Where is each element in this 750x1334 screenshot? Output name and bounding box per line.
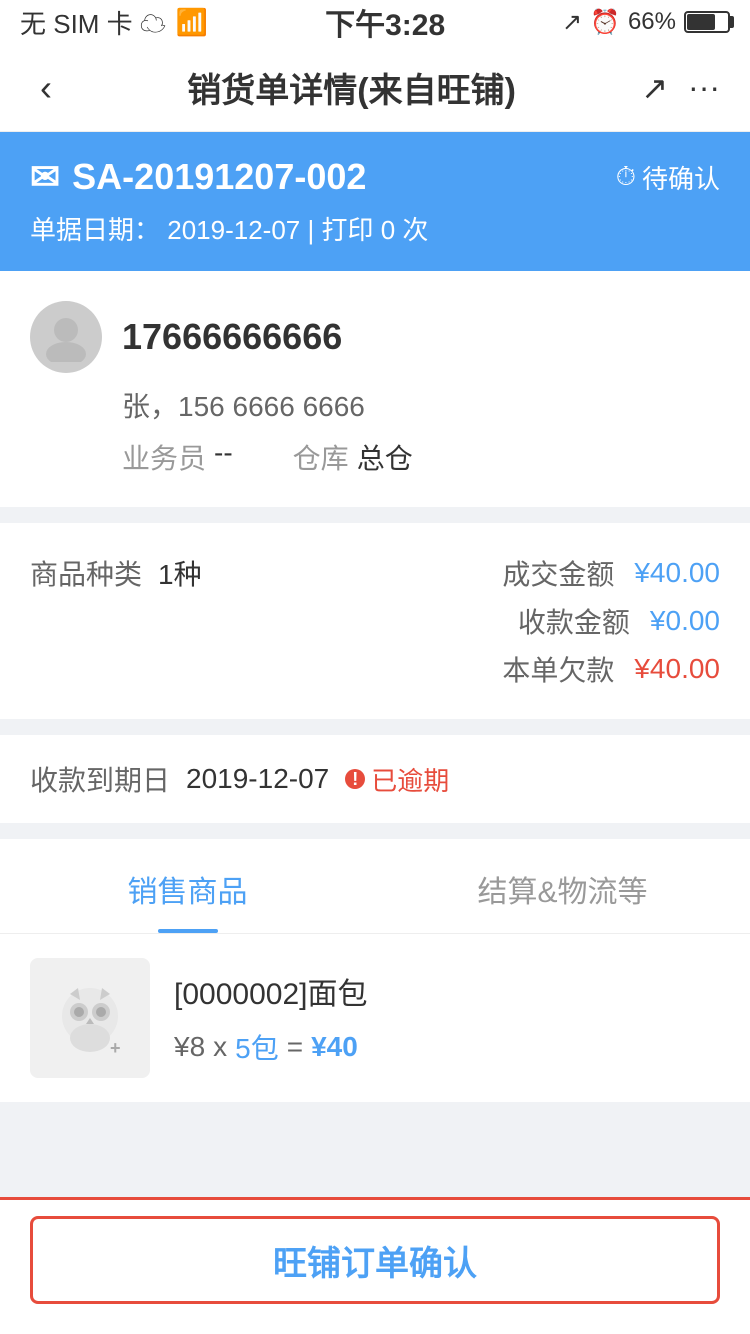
bottom-bar: 旺铺订单确认	[0, 1197, 750, 1334]
amount-label: 成交金额	[502, 553, 614, 593]
more-icon[interactable]: ···	[688, 69, 720, 106]
due-date-label: 收款到期日	[30, 759, 170, 799]
svg-text:+: +	[110, 1038, 121, 1058]
status-bar: 无 SIM 卡 ☁ 📶 下午3:28 ↗ ⏰ 66%	[0, 0, 750, 44]
debt-value: ¥40.00	[634, 653, 720, 685]
order-id: ✉ SA-20191207-002	[30, 156, 366, 198]
product-price: ¥8	[174, 1031, 205, 1063]
product-multiplier: x	[213, 1031, 227, 1063]
location-icon: ↗	[562, 8, 582, 37]
battery-icon	[684, 11, 730, 33]
back-button[interactable]: ‹	[30, 57, 62, 119]
product-total: ¥40	[311, 1031, 358, 1063]
product-equals: =	[287, 1031, 303, 1063]
received-label: 收款金额	[518, 601, 630, 641]
product-name: [0000002]面包	[174, 969, 720, 1013]
amount-value: ¥40.00	[634, 557, 720, 589]
nav-bar: ‹ 销货单详情(来自旺铺) ↗ ···	[0, 44, 750, 132]
order-icon: ✉	[30, 156, 60, 198]
status-left: 无 SIM 卡 ☁ 📶	[20, 4, 208, 41]
wifi-icon: 📶	[176, 7, 208, 38]
share-icon[interactable]: ↗	[641, 69, 668, 107]
overdue-badge: ! 已逾期	[345, 761, 449, 798]
customer-section: 17666666666 张，156 6666 6666 业务员 -- 仓库 总仓	[0, 271, 750, 507]
avatar	[30, 301, 102, 373]
order-date: 单据日期： 2019-12-07 | 打印 0 次	[30, 210, 720, 247]
customer-phone: 17666666666	[122, 316, 342, 358]
due-date-section: 收款到期日 2019-12-07 ! 已逾期	[0, 735, 750, 823]
page-title: 销货单详情(来自旺铺)	[187, 63, 516, 112]
status-right: ↗ ⏰ 66%	[562, 8, 730, 37]
table-row: + [0000002]面包 ¥8 x 5包 = ¥40	[30, 958, 720, 1078]
goods-type-label: 商品种类	[30, 553, 142, 593]
tab-settlement[interactable]: 结算&物流等	[375, 839, 750, 933]
goods-amounts: 成交金额 ¥40.00 收款金额 ¥0.00 本单欠款 ¥40.00	[502, 553, 720, 689]
overdue-icon: !	[345, 769, 365, 789]
product-qty: 5包	[235, 1027, 279, 1067]
status-time: 下午3:28	[325, 0, 445, 44]
debt-label: 本单欠款	[502, 649, 614, 689]
no-sim-label: 无 SIM 卡 ☁	[20, 4, 166, 41]
customer-meta: 业务员 -- 仓库 总仓	[30, 437, 720, 477]
battery-label: 66%	[628, 8, 676, 36]
due-date-value: 2019-12-07	[186, 763, 329, 795]
customer-name-info: 张，156 6666 6666	[30, 385, 720, 425]
warehouse-value: 总仓	[357, 437, 413, 477]
tab-sales-goods[interactable]: 销售商品	[0, 839, 375, 933]
goods-type-count: 1种	[158, 553, 202, 593]
tabs: 销售商品 结算&物流等	[0, 839, 750, 934]
product-price-row: ¥8 x 5包 = ¥40	[174, 1027, 720, 1067]
overdue-text: 已逾期	[371, 761, 449, 798]
product-info: [0000002]面包 ¥8 x 5包 = ¥40	[174, 969, 720, 1067]
warehouse-label: 仓库	[293, 437, 349, 477]
confirm-button[interactable]: 旺铺订单确认	[30, 1216, 720, 1304]
received-value: ¥0.00	[650, 605, 720, 637]
order-header: ✉ SA-20191207-002 ⏱ 待确认 单据日期： 2019-12-07…	[0, 132, 750, 271]
product-list: + [0000002]面包 ¥8 x 5包 = ¥40	[0, 934, 750, 1102]
alarm-icon: ⏰	[590, 8, 620, 37]
goods-summary: 商品种类 1种 成交金额 ¥40.00 收款金额 ¥0.00 本单欠款 ¥40.…	[0, 523, 750, 719]
nav-actions: ↗ ···	[641, 69, 720, 107]
product-thumbnail: +	[30, 958, 150, 1078]
salesperson-value: --	[214, 437, 233, 477]
order-status: ⏱ 待确认	[616, 159, 720, 196]
salesperson-label: 业务员	[122, 437, 206, 477]
clock-icon: ⏱	[616, 161, 636, 193]
